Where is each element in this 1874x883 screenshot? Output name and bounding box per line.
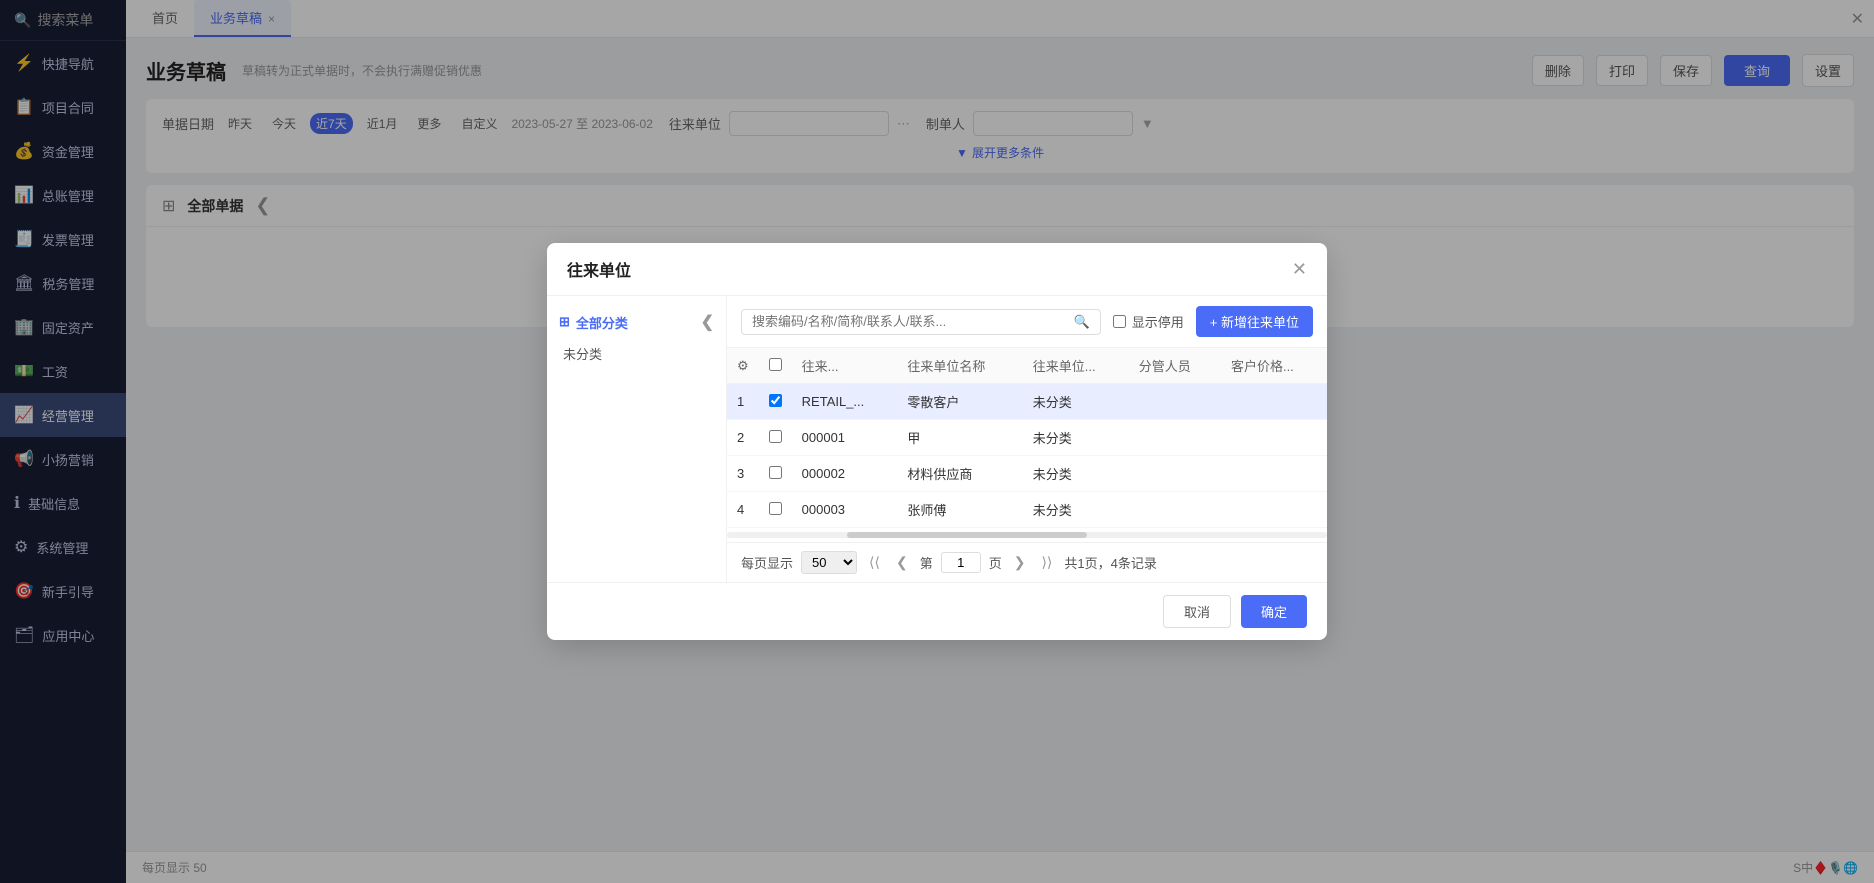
show-disabled-checkbox[interactable]: [1113, 315, 1126, 328]
table-row[interactable]: 2 000001 甲 未分类: [727, 420, 1327, 456]
row-name: 张师傅: [897, 492, 1022, 528]
row-select-checkbox[interactable]: [769, 394, 782, 407]
category-header-label: 全部分类: [576, 313, 628, 332]
page-label: 第: [920, 553, 933, 572]
partners-table: ⚙ 往来... 往来单位名称 往来单位... 分管人员 客户价格... 1 RE…: [727, 348, 1327, 528]
partner-search-input[interactable]: [752, 314, 1068, 329]
row-price: [1221, 456, 1327, 492]
page-size-label: 每页显示: [741, 553, 793, 572]
next-page-button[interactable]: ❯: [1010, 552, 1030, 573]
table-row[interactable]: 3 000002 材料供应商 未分类: [727, 456, 1327, 492]
dialog-table: ⚙ 往来... 往来单位名称 往来单位... 分管人员 客户价格... 1 RE…: [727, 348, 1327, 542]
row-select-checkbox[interactable]: [769, 466, 782, 479]
right-panel-toolbar: 🔍 显示停用 + 新增往来单位: [727, 296, 1327, 348]
col-settings: ⚙: [727, 348, 759, 384]
row-num: 3: [727, 456, 759, 492]
dialog: 往来单位 ✕ ⊞ 全部分类 ❮ 未分类: [547, 243, 1327, 640]
page-size-select[interactable]: 50 100: [801, 551, 857, 574]
row-num: 2: [727, 420, 759, 456]
row-manager: [1129, 420, 1221, 456]
row-category: 未分类: [1023, 492, 1129, 528]
row-category: 未分类: [1023, 420, 1129, 456]
left-panel-header: ⊞ 全部分类 ❮: [547, 306, 726, 338]
dialog-title: 往来单位: [567, 257, 631, 281]
horizontal-scrollbar[interactable]: [727, 532, 1327, 538]
row-category: 未分类: [1023, 384, 1129, 420]
row-code: 000003: [792, 492, 898, 528]
row-name: 甲: [897, 420, 1022, 456]
partner-search-box[interactable]: 🔍: [741, 309, 1101, 335]
scrollbar-thumb: [847, 532, 1087, 538]
category-item-uncategorized[interactable]: 未分类: [547, 338, 726, 369]
dialog-overlay[interactable]: 往来单位 ✕ ⊞ 全部分类 ❮ 未分类: [0, 0, 1874, 883]
total-label: 共1页，4条记录: [1064, 553, 1156, 572]
row-checkbox[interactable]: [759, 384, 792, 420]
col-checkbox: [759, 348, 792, 384]
add-partner-button[interactable]: + 新增往来单位: [1196, 306, 1313, 337]
col-price: 客户价格...: [1221, 348, 1327, 384]
show-disabled-text: 显示停用: [1132, 312, 1184, 331]
row-code: RETAIL_...: [792, 384, 898, 420]
row-num: 4: [727, 492, 759, 528]
dialog-body: ⊞ 全部分类 ❮ 未分类 🔍 显示停用: [547, 296, 1327, 582]
row-price: [1221, 420, 1327, 456]
cancel-button[interactable]: 取消: [1163, 595, 1231, 628]
first-page-button[interactable]: ⟨⟨: [865, 552, 884, 573]
dialog-footer: 取消 确定: [547, 582, 1327, 640]
col-name: 往来单位名称: [897, 348, 1022, 384]
search-icon: 🔍: [1074, 314, 1090, 330]
table-row[interactable]: 1 RETAIL_... 零散客户 未分类: [727, 384, 1327, 420]
dialog-header: 往来单位 ✕: [547, 243, 1327, 296]
dialog-pagination: 每页显示 50 100 ⟨⟨ ❮ 第 页 ❯ ⟩⟩ 共1页，4条记录: [727, 542, 1327, 582]
row-select-checkbox[interactable]: [769, 502, 782, 515]
row-code: 000002: [792, 456, 898, 492]
select-all-checkbox[interactable]: [769, 358, 782, 371]
right-panel: 🔍 显示停用 + 新增往来单位 ⚙: [727, 296, 1327, 582]
row-name: 零散客户: [897, 384, 1022, 420]
last-page-button[interactable]: ⟩⟩: [1037, 552, 1056, 573]
row-price: [1221, 492, 1327, 528]
row-code: 000001: [792, 420, 898, 456]
row-price: [1221, 384, 1327, 420]
left-panel-collapse-button[interactable]: ❮: [701, 312, 714, 332]
dialog-close-button[interactable]: ✕: [1292, 259, 1307, 280]
show-disabled-label[interactable]: 显示停用: [1113, 312, 1184, 331]
row-num: 1: [727, 384, 759, 420]
row-checkbox[interactable]: [759, 492, 792, 528]
table-header-row: ⚙ 往来... 往来单位名称 往来单位... 分管人员 客户价格...: [727, 348, 1327, 384]
row-checkbox[interactable]: [759, 456, 792, 492]
row-select-checkbox[interactable]: [769, 430, 782, 443]
row-name: 材料供应商: [897, 456, 1022, 492]
prev-page-button[interactable]: ❮: [892, 552, 912, 573]
col-code: 往来...: [792, 348, 898, 384]
col-category: 往来单位...: [1023, 348, 1129, 384]
row-manager: [1129, 492, 1221, 528]
row-category: 未分类: [1023, 456, 1129, 492]
row-manager: [1129, 384, 1221, 420]
table-row[interactable]: 4 000003 张师傅 未分类: [727, 492, 1327, 528]
row-manager: [1129, 456, 1221, 492]
col-manager: 分管人员: [1129, 348, 1221, 384]
grid-small-icon: ⊞: [559, 314, 570, 330]
left-panel: ⊞ 全部分类 ❮ 未分类: [547, 296, 727, 582]
current-page-input[interactable]: [941, 552, 981, 573]
confirm-button[interactable]: 确定: [1241, 595, 1307, 628]
row-checkbox[interactable]: [759, 420, 792, 456]
page-suffix: 页: [989, 553, 1002, 572]
